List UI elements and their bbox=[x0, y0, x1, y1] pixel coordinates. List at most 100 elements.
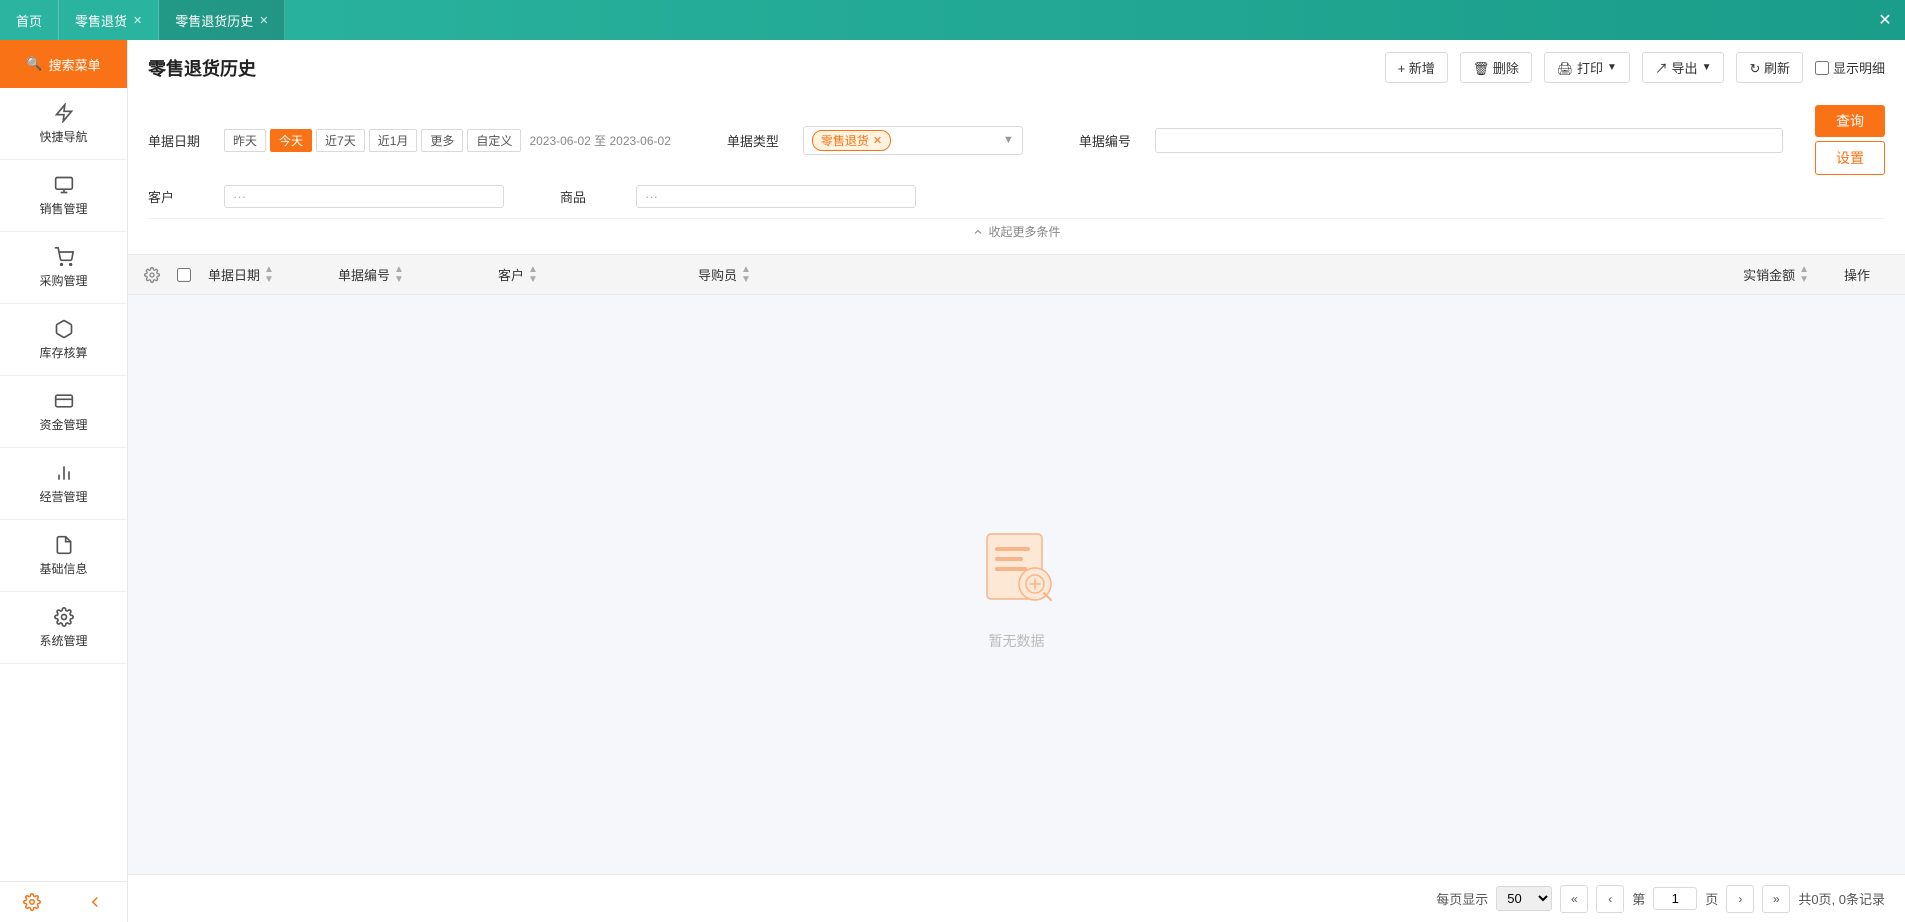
print-label: 🖨 打印 bbox=[1557, 58, 1603, 77]
date-btn-1month[interactable]: 近1月 bbox=[369, 129, 418, 152]
content-area: 零售退货历史 + 新增 🗑 删除 🖨 打印 ▼ ↗ 导出 ▼ ↻ 刷新 bbox=[128, 40, 1905, 922]
sidebar-item-inventory-label: 库存核算 bbox=[39, 344, 87, 361]
sidebar-item-purchase[interactable]: 采购管理 bbox=[0, 232, 127, 304]
table-select-all-checkbox[interactable] bbox=[168, 268, 200, 282]
sidebar-item-inventory[interactable]: 库存核算 bbox=[0, 304, 127, 376]
query-button[interactable]: 查询 bbox=[1815, 105, 1885, 137]
sidebar-item-quick-nav[interactable]: 快捷导航 bbox=[0, 88, 127, 160]
query-settings-btns: 查询 设置 bbox=[1815, 105, 1885, 175]
sidebar-item-base-info[interactable]: 基础信息 bbox=[0, 520, 127, 592]
customer-label: 客户 bbox=[148, 187, 208, 206]
sidebar-item-finance-label: 资金管理 bbox=[39, 416, 87, 433]
date-btn-7days[interactable]: 近7天 bbox=[316, 129, 365, 152]
sidebar-item-operation-label: 经营管理 bbox=[39, 488, 87, 505]
date-btn-more[interactable]: 更多 bbox=[421, 129, 463, 152]
empty-state: 暂无数据 bbox=[128, 295, 1905, 874]
system-icon bbox=[53, 606, 75, 628]
tab-retail-return-label: 零售退货 bbox=[75, 11, 127, 30]
sidebar-settings-button[interactable] bbox=[0, 882, 64, 922]
date-btns: 昨天 今天 近7天 近1月 更多 自定义 2023-06-02 至 2023-0… bbox=[224, 129, 671, 152]
sidebar-item-finance[interactable]: 资金管理 bbox=[0, 376, 127, 448]
tab-home[interactable]: 首页 bbox=[0, 0, 59, 40]
sidebar-bottom bbox=[0, 881, 127, 922]
voucher-num-input[interactable] bbox=[1155, 128, 1783, 153]
collapse-button[interactable]: 收起更多条件 bbox=[148, 218, 1885, 244]
voucher-type-dropdown-icon: ▼ bbox=[1003, 134, 1014, 146]
sidebar-collapse-button[interactable] bbox=[64, 882, 128, 922]
purchase-icon bbox=[53, 246, 75, 268]
th-action: 操作 bbox=[1817, 265, 1897, 284]
sidebar-item-sales[interactable]: 销售管理 bbox=[0, 160, 127, 232]
top-tabs: 首页 零售退货 ✕ 零售退货历史 ✕ bbox=[0, 0, 1865, 40]
filter-row-2: 客户 ··· 商品 ··· bbox=[148, 185, 1885, 208]
footer-pagination: 每页显示 50 10 20 100 « ‹ 第 页 › » 共0页, 0条记录 bbox=[128, 874, 1905, 922]
voucher-type-tag-close[interactable]: ✕ bbox=[873, 134, 882, 147]
show-detail-checkbox[interactable] bbox=[1815, 61, 1829, 75]
quick-nav-icon bbox=[53, 102, 75, 124]
th-guide: 导购员 ▲▼ bbox=[690, 265, 840, 285]
th-date: 单据日期 ▲▼ bbox=[200, 265, 330, 285]
window-close-button[interactable]: ✕ bbox=[1865, 0, 1905, 40]
customer-select[interactable]: ··· bbox=[224, 185, 504, 208]
tab-retail-return-history[interactable]: 零售退货历史 ✕ bbox=[159, 0, 285, 40]
page-number-input[interactable] bbox=[1653, 887, 1697, 910]
goods-select[interactable]: ··· bbox=[636, 185, 916, 208]
add-button[interactable]: + 新增 bbox=[1385, 52, 1448, 83]
date-btn-yesterday[interactable]: 昨天 bbox=[224, 129, 266, 152]
select-all-input[interactable] bbox=[177, 268, 191, 282]
sidebar-item-operation[interactable]: 经营管理 bbox=[0, 448, 127, 520]
prev-page-button[interactable]: ‹ bbox=[1596, 885, 1624, 913]
th-customer-label: 客户 bbox=[498, 265, 524, 284]
tab-retail-return-close[interactable]: ✕ bbox=[133, 14, 142, 27]
search-icon: 🔍 bbox=[26, 56, 42, 72]
th-amount-label: 实销金额 bbox=[1743, 265, 1795, 284]
th-customer: 客户 ▲▼ bbox=[490, 265, 690, 285]
sidebar-item-system-label: 系统管理 bbox=[39, 632, 87, 649]
sidebar-search[interactable]: 🔍 搜索菜单 bbox=[0, 40, 127, 88]
date-btn-custom[interactable]: 自定义 bbox=[467, 129, 521, 152]
th-customer-sort[interactable]: ▲▼ bbox=[528, 265, 538, 285]
empty-icon bbox=[967, 519, 1067, 619]
table-header: 单据日期 ▲▼ 单据编号 ▲▼ 客户 ▲▼ 导购员 ▲▼ 实销金额 bbox=[128, 255, 1905, 295]
sales-icon bbox=[53, 174, 75, 196]
table-settings-icon[interactable] bbox=[136, 267, 168, 283]
tab-retail-return[interactable]: 零售退货 ✕ bbox=[59, 0, 159, 40]
finance-icon bbox=[53, 390, 75, 412]
refresh-button[interactable]: ↻ 刷新 bbox=[1736, 52, 1803, 83]
th-date-sort[interactable]: ▲▼ bbox=[264, 265, 274, 285]
th-number-label: 单据编号 bbox=[338, 265, 390, 284]
export-dropdown-icon: ▼ bbox=[1702, 62, 1712, 73]
th-action-label: 操作 bbox=[1844, 265, 1870, 284]
goods-placeholder: ··· bbox=[645, 189, 658, 204]
show-detail-label[interactable]: 显示明细 bbox=[1815, 58, 1885, 77]
sidebar-item-quick-nav-label: 快捷导航 bbox=[39, 128, 87, 145]
th-number-sort[interactable]: ▲▼ bbox=[394, 265, 404, 285]
show-detail-text: 显示明细 bbox=[1833, 58, 1885, 77]
operation-icon bbox=[53, 462, 75, 484]
export-button[interactable]: ↗ 导出 ▼ bbox=[1642, 52, 1725, 83]
filter-area: 单据日期 昨天 今天 近7天 近1月 更多 自定义 2023-06-02 至 2… bbox=[148, 95, 1885, 254]
tab-retail-return-history-close[interactable]: ✕ bbox=[259, 14, 268, 27]
last-page-button[interactable]: » bbox=[1762, 885, 1790, 913]
filter-settings-button[interactable]: 设置 bbox=[1815, 141, 1885, 175]
sidebar-search-label: 搜索菜单 bbox=[49, 55, 101, 74]
th-guide-sort[interactable]: ▲▼ bbox=[741, 265, 751, 285]
date-btn-today[interactable]: 今天 bbox=[270, 129, 312, 152]
export-label: ↗ 导出 bbox=[1655, 58, 1698, 77]
voucher-type-tag: 零售退货 ✕ bbox=[812, 130, 891, 151]
total-records: 共0页, 0条记录 bbox=[1798, 889, 1885, 908]
next-page-button[interactable]: › bbox=[1726, 885, 1754, 913]
th-amount-sort[interactable]: ▲▼ bbox=[1799, 265, 1809, 285]
sidebar-item-system[interactable]: 系统管理 bbox=[0, 592, 127, 664]
voucher-type-label: 单据类型 bbox=[727, 131, 787, 150]
delete-button[interactable]: 🗑 删除 bbox=[1460, 52, 1532, 83]
go-page-unit: 页 bbox=[1705, 889, 1718, 908]
page-size-select[interactable]: 50 10 20 100 bbox=[1496, 886, 1552, 911]
voucher-type-select[interactable]: 零售退货 ✕ ▼ bbox=[803, 126, 1023, 155]
main-layout: 🔍 搜索菜单 快捷导航 销售管理 采购管理 库存核算 bbox=[0, 40, 1905, 922]
th-number: 单据编号 ▲▼ bbox=[330, 265, 490, 285]
table-container: 单据日期 ▲▼ 单据编号 ▲▼ 客户 ▲▼ 导购员 ▲▼ 实销金额 bbox=[128, 255, 1905, 874]
first-page-button[interactable]: « bbox=[1560, 885, 1588, 913]
sidebar: 🔍 搜索菜单 快捷导航 销售管理 采购管理 库存核算 bbox=[0, 40, 128, 922]
print-button[interactable]: 🖨 打印 ▼ bbox=[1544, 52, 1630, 83]
